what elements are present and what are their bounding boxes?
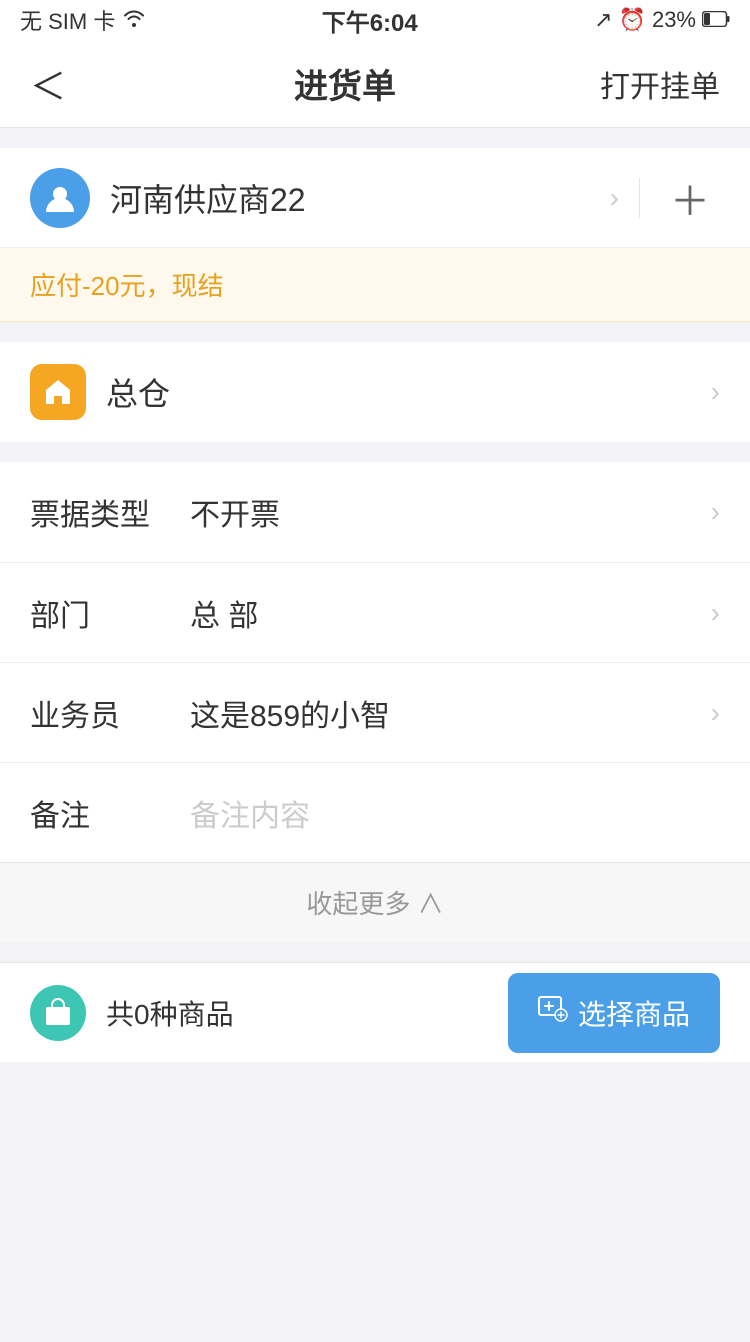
product-icon bbox=[30, 985, 86, 1041]
select-product-button[interactable]: 选择商品 bbox=[508, 973, 720, 1053]
remark-value[interactable]: 备注内容 bbox=[170, 791, 720, 835]
salesperson-label: 业务员 bbox=[30, 691, 170, 735]
section-gap-2 bbox=[0, 322, 750, 342]
battery-icon bbox=[702, 7, 730, 33]
invoice-type-chevron: › bbox=[711, 496, 720, 528]
warehouse-chevron-icon: › bbox=[711, 376, 720, 408]
bottom-bar: 共0种商品 选择商品 bbox=[0, 962, 750, 1062]
invoice-type-label: 票据类型 bbox=[30, 490, 170, 534]
supplier-notice: 应付-20元，现结 bbox=[0, 248, 750, 322]
department-label: 部门 bbox=[30, 591, 170, 635]
location-icon: ↗ bbox=[594, 7, 612, 33]
battery-text: 23% bbox=[652, 7, 696, 33]
invoice-type-row[interactable]: 票据类型 不开票 › bbox=[0, 462, 750, 562]
section-gap-3 bbox=[0, 442, 750, 462]
section-gap-4 bbox=[0, 942, 750, 962]
select-product-label: 选择商品 bbox=[578, 993, 690, 1033]
invoice-type-value: 不开票 bbox=[170, 490, 711, 534]
sim-status: 无 SIM 卡 bbox=[20, 4, 115, 36]
select-product-icon bbox=[538, 996, 568, 1029]
salesperson-value: 这是859的小智 bbox=[170, 691, 711, 735]
status-right: ↗ ⏰ 23% bbox=[594, 7, 730, 33]
collapse-row[interactable]: 收起更多 ∧ bbox=[0, 862, 750, 942]
department-row[interactable]: 部门 总 部 › bbox=[0, 562, 750, 662]
collapse-text: 收起更多 ∧ bbox=[306, 884, 443, 921]
supplier-section: 河南供应商22 › ＋ 应付-20元，现结 bbox=[0, 148, 750, 322]
back-button[interactable]: ＜ bbox=[30, 58, 90, 110]
supplier-row[interactable]: 河南供应商22 › ＋ bbox=[0, 148, 750, 248]
supplier-avatar bbox=[30, 168, 90, 228]
warehouse-icon bbox=[30, 364, 86, 420]
status-bar: 无 SIM 卡 下午6:04 ↗ ⏰ 23% bbox=[0, 0, 750, 40]
alarm-icon: ⏰ bbox=[619, 7, 646, 33]
page-background bbox=[0, 1062, 750, 1342]
salesperson-chevron: › bbox=[711, 697, 720, 729]
open-pending-button[interactable]: 打开挂单 bbox=[600, 62, 720, 106]
warehouse-section: 总仓 › bbox=[0, 342, 750, 442]
supplier-divider bbox=[639, 178, 640, 218]
warehouse-name: 总仓 bbox=[106, 369, 711, 415]
page-title: 进货单 bbox=[294, 59, 396, 108]
section-gap-1 bbox=[0, 128, 750, 148]
nav-bar: ＜ 进货单 打开挂单 bbox=[0, 40, 750, 128]
department-value: 总 部 bbox=[170, 591, 711, 635]
add-supplier-button[interactable]: ＋ bbox=[660, 169, 720, 227]
status-time: 下午6:04 bbox=[322, 3, 418, 38]
status-left: 无 SIM 卡 bbox=[20, 4, 145, 36]
department-chevron: › bbox=[711, 597, 720, 629]
fields-section: 票据类型 不开票 › 部门 总 部 › 业务员 这是859的小智 › 备注 备注… bbox=[0, 462, 750, 942]
warehouse-row[interactable]: 总仓 › bbox=[0, 342, 750, 442]
salesperson-row[interactable]: 业务员 这是859的小智 › bbox=[0, 662, 750, 762]
remark-row[interactable]: 备注 备注内容 bbox=[0, 762, 750, 862]
remark-label: 备注 bbox=[30, 791, 170, 835]
supplier-name: 河南供应商22 bbox=[110, 175, 610, 221]
wifi-icon bbox=[123, 7, 145, 33]
product-count: 共0种商品 bbox=[106, 993, 508, 1033]
chevron-right-icon: › bbox=[610, 182, 619, 214]
